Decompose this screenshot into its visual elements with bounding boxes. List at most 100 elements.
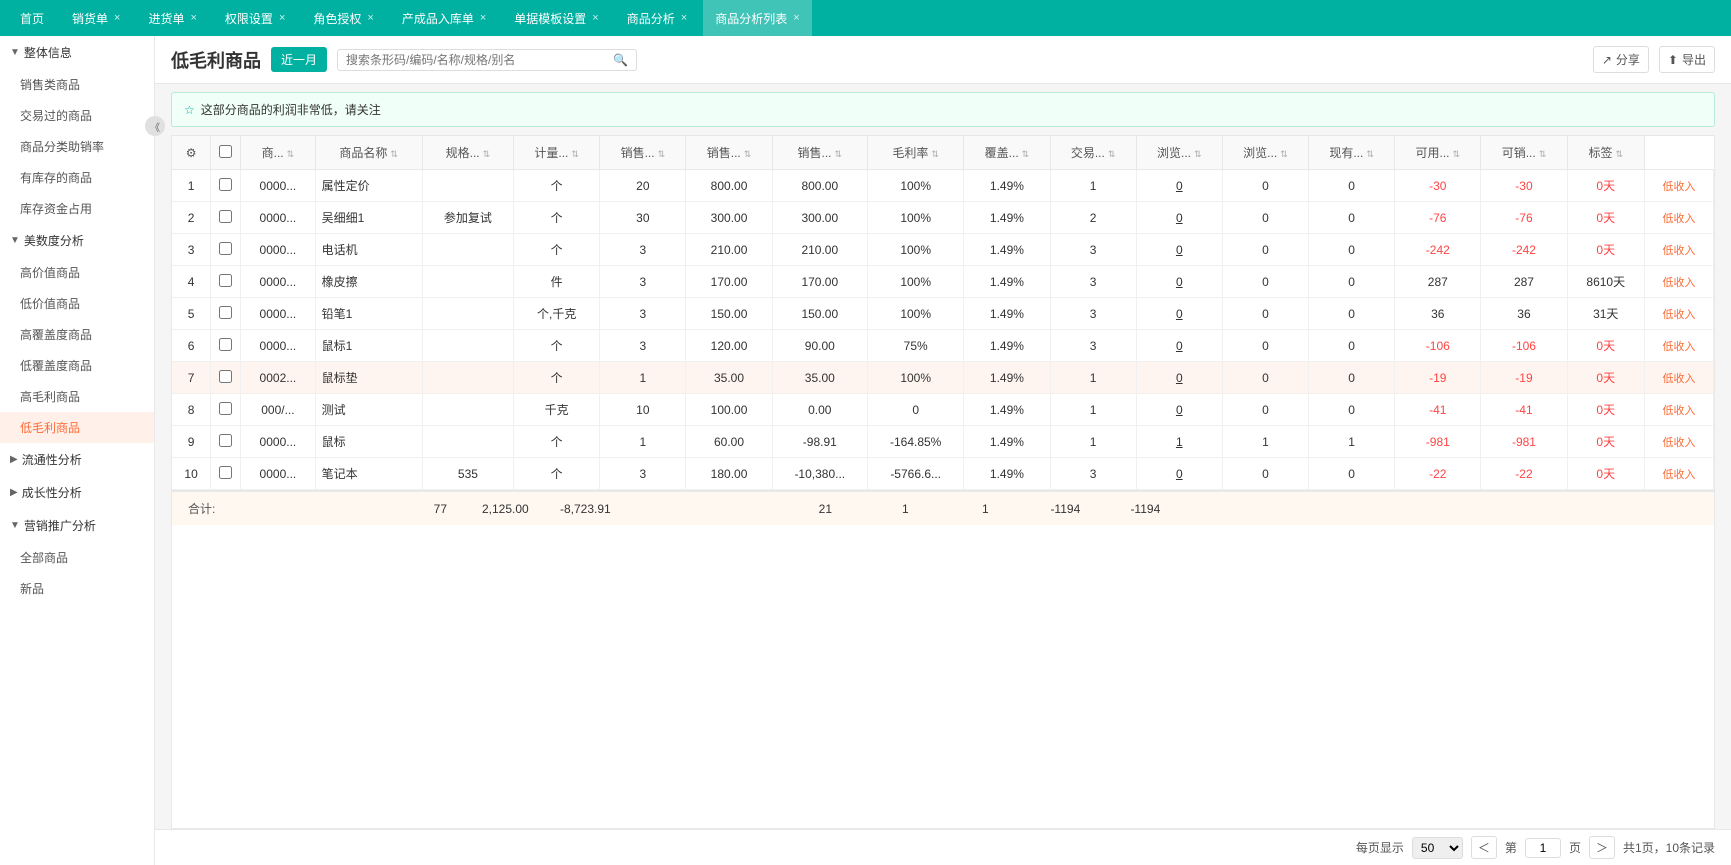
row-code: 0000... — [241, 170, 315, 202]
row-checkbox[interactable] — [219, 434, 232, 447]
row-trade[interactable]: 0 — [1136, 458, 1222, 490]
col-tag[interactable]: 标签⇅ — [1567, 136, 1644, 170]
col-amount[interactable]: 销售...⇅ — [772, 136, 867, 170]
share-button[interactable]: ↗ 分享 — [1593, 46, 1649, 73]
close-goods-analysis-icon[interactable]: × — [681, 12, 687, 24]
close-role-icon[interactable]: × — [367, 12, 373, 24]
nav-item-goods-analysis-list[interactable]: 商品分析列表 × — [703, 0, 811, 36]
sidebar-item-low-value[interactable]: 低价值商品 — [0, 288, 154, 319]
page-number-input[interactable] — [1525, 838, 1561, 858]
row-checkbox[interactable] — [219, 466, 232, 479]
row-trade[interactable]: 0 — [1136, 170, 1222, 202]
col-sellable[interactable]: 可销...⇅ — [1481, 136, 1567, 170]
nav-item-role[interactable]: 角色授权 × — [301, 0, 385, 36]
close-goods-list-icon[interactable]: × — [793, 12, 799, 24]
col-unit[interactable]: 计量...⇅ — [514, 136, 600, 170]
prev-page-btn[interactable]: ＜ — [1471, 836, 1497, 859]
col-coverage[interactable]: 覆盖...⇅ — [964, 136, 1050, 170]
col-browse1[interactable]: 浏览...⇅ — [1136, 136, 1222, 170]
nav-item-product-in[interactable]: 产成品入库单 × — [390, 0, 498, 36]
row-checkbox[interactable] — [219, 242, 232, 255]
row-trade[interactable]: 0 — [1136, 202, 1222, 234]
row-avail: 36 — [1481, 298, 1567, 330]
row-checkbox-cell[interactable] — [211, 330, 241, 362]
row-checkbox[interactable] — [219, 210, 232, 223]
col-settings[interactable]: ⚙ — [172, 136, 211, 170]
search-input[interactable] — [346, 53, 613, 67]
sidebar-item-in-stock[interactable]: 有库存的商品 — [0, 162, 154, 193]
row-gross-rate: 1.49% — [964, 266, 1050, 298]
row-checkbox-cell[interactable] — [211, 362, 241, 394]
search-icon[interactable]: 🔍 — [613, 53, 628, 67]
nav-item-home[interactable]: 首页 — [8, 0, 56, 36]
sidebar-group-liquidity[interactable]: ▶ 流通性分析 — [0, 443, 154, 476]
row-trade[interactable]: 0 — [1136, 266, 1222, 298]
col-checkbox[interactable] — [211, 136, 241, 170]
sidebar-item-high-profit[interactable]: 高毛利商品 — [0, 381, 154, 412]
col-avail[interactable]: 可用...⇅ — [1395, 136, 1481, 170]
row-trade[interactable]: 0 — [1136, 298, 1222, 330]
sidebar-item-all-goods[interactable]: 全部商品 — [0, 542, 154, 573]
notice-icon: ☆ — [184, 103, 195, 117]
sidebar-group-overall[interactable]: ▼ 整体信息 — [0, 36, 154, 69]
row-checkbox[interactable] — [219, 370, 232, 383]
col-qty[interactable]: 销售...⇅ — [600, 136, 686, 170]
sidebar-group-growth[interactable]: ▶ 成长性分析 — [0, 476, 154, 509]
col-gross[interactable]: 毛利率⇅ — [867, 136, 963, 170]
sidebar-item-sales-goods[interactable]: 销售类商品 — [0, 69, 154, 100]
sidebar-item-new-goods[interactable]: 新品 — [0, 573, 154, 604]
filter-btn[interactable]: 近一月 — [271, 47, 327, 72]
row-checkbox-cell[interactable] — [211, 426, 241, 458]
close-permission-icon[interactable]: × — [279, 12, 285, 24]
close-purchase-icon[interactable]: × — [190, 12, 196, 24]
row-checkbox[interactable] — [219, 306, 232, 319]
row-trade[interactable]: 1 — [1136, 426, 1222, 458]
row-trade[interactable]: 0 — [1136, 330, 1222, 362]
export-button[interactable]: ⬆ 导出 — [1659, 46, 1715, 73]
nav-item-template[interactable]: 单据模板设置 × — [502, 0, 610, 36]
row-checkbox-cell[interactable] — [211, 458, 241, 490]
row-checkbox-cell[interactable] — [211, 298, 241, 330]
col-trade[interactable]: 交易...⇅ — [1050, 136, 1136, 170]
row-checkbox-cell[interactable] — [211, 170, 241, 202]
row-checkbox-cell[interactable] — [211, 234, 241, 266]
sidebar-item-stock-capital[interactable]: 库存资金占用 — [0, 193, 154, 224]
sidebar-item-low-profit[interactable]: 低毛利商品 — [0, 412, 154, 443]
row-price: 210.00 — [686, 234, 772, 266]
col-price[interactable]: 销售...⇅ — [686, 136, 772, 170]
sidebar-item-high-value[interactable]: 高价值商品 — [0, 257, 154, 288]
close-template-icon[interactable]: × — [592, 12, 598, 24]
row-checkbox[interactable] — [219, 402, 232, 415]
row-trade[interactable]: 0 — [1136, 394, 1222, 426]
nav-item-sales[interactable]: 销货单 × — [60, 0, 132, 36]
row-checkbox-cell[interactable] — [211, 394, 241, 426]
sidebar-item-high-coverage[interactable]: 高覆盖度商品 — [0, 319, 154, 350]
sidebar-item-category-rate[interactable]: 商品分类助销率 — [0, 131, 154, 162]
sidebar-group-marketing[interactable]: ▼ 营销推广分析 — [0, 509, 154, 542]
row-trade[interactable]: 0 — [1136, 362, 1222, 394]
row-checkbox[interactable] — [219, 338, 232, 351]
row-checkbox-cell[interactable] — [211, 266, 241, 298]
nav-item-purchase[interactable]: 进货单 × — [136, 0, 208, 36]
row-checkbox[interactable] — [219, 178, 232, 191]
close-product-in-icon[interactable]: × — [480, 12, 486, 24]
col-spec[interactable]: 规格...⇅ — [422, 136, 513, 170]
sidebar-item-low-coverage[interactable]: 低覆盖度商品 — [0, 350, 154, 381]
row-unit: 个 — [514, 202, 600, 234]
next-page-btn[interactable]: ＞ — [1589, 836, 1615, 859]
row-trade[interactable]: 0 — [1136, 234, 1222, 266]
nav-item-permission[interactable]: 权限设置 × — [213, 0, 297, 36]
sidebar-group-beauty[interactable]: ▼ 美数度分析 — [0, 224, 154, 257]
row-checkbox[interactable] — [219, 274, 232, 287]
col-browse2[interactable]: 浏览...⇅ — [1222, 136, 1308, 170]
per-page-select[interactable]: 50 20 100 — [1412, 837, 1463, 859]
nav-item-goods-analysis[interactable]: 商品分析 × — [615, 0, 699, 36]
sidebar-collapse-btn[interactable]: 《 — [145, 116, 165, 136]
row-checkbox-cell[interactable] — [211, 202, 241, 234]
col-code[interactable]: 商...⇅ — [241, 136, 315, 170]
sidebar-item-traded-goods[interactable]: 交易过的商品 — [0, 100, 154, 131]
col-stock[interactable]: 现有...⇅ — [1309, 136, 1395, 170]
col-name[interactable]: 商品名称⇅ — [315, 136, 422, 170]
select-all-checkbox[interactable] — [219, 145, 232, 158]
close-sales-icon[interactable]: × — [114, 12, 120, 24]
